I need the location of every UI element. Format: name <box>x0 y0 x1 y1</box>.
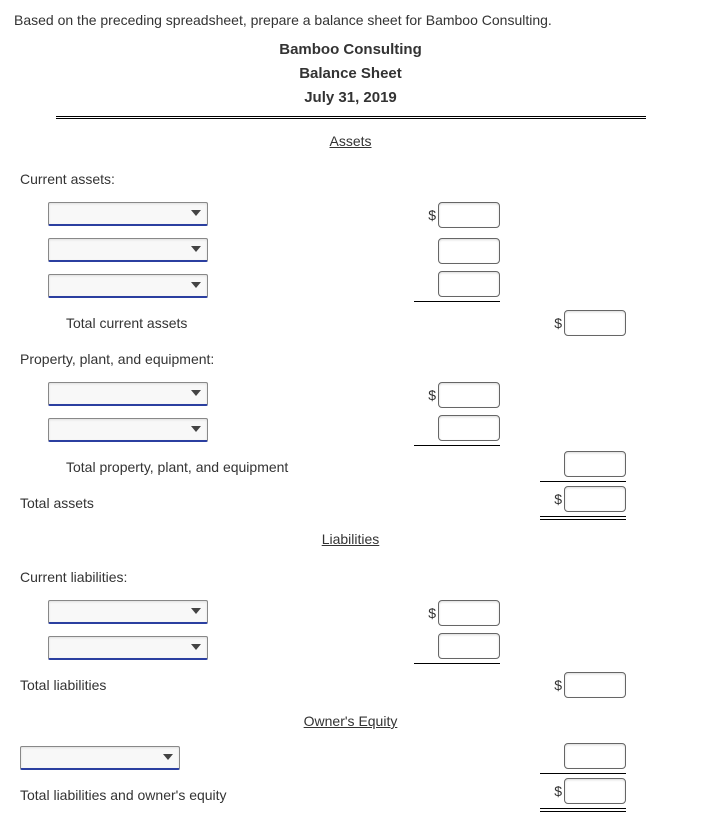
dollar-sign: $ <box>428 605 436 621</box>
equity-select-1[interactable] <box>20 746 180 770</box>
header-rule <box>56 116 646 119</box>
chevron-down-icon <box>163 754 173 760</box>
ppe-select-2[interactable] <box>48 418 208 442</box>
total-liab-equity-label: Total liabilities and owner's equity <box>14 787 374 803</box>
current-asset-amount-1[interactable] <box>438 202 500 228</box>
statement-title: Balance Sheet <box>14 62 687 86</box>
current-asset-amount-3[interactable] <box>438 271 500 297</box>
ppe-label: Property, plant, and equipment: <box>14 351 374 367</box>
liability-select-2[interactable] <box>48 636 208 660</box>
balance-sheet-header: Bamboo Consulting Balance Sheet July 31,… <box>14 38 687 110</box>
current-asset-amount-2[interactable] <box>438 238 500 264</box>
dollar-sign: $ <box>554 315 562 331</box>
chevron-down-icon <box>191 282 201 288</box>
current-asset-select-2[interactable] <box>48 238 208 262</box>
company-name: Bamboo Consulting <box>14 38 687 62</box>
assets-section-title: Assets <box>14 133 687 149</box>
total-assets-label: Total assets <box>14 495 374 511</box>
current-liabilities-label: Current liabilities: <box>14 569 374 585</box>
current-assets-label: Current assets: <box>14 171 374 187</box>
dollar-sign: $ <box>554 491 562 507</box>
chevron-down-icon <box>191 390 201 396</box>
statement-date: July 31, 2019 <box>14 86 687 110</box>
total-liabilities-label: Total liabilities <box>14 677 374 693</box>
total-current-assets-amount[interactable] <box>564 310 626 336</box>
liability-amount-2[interactable] <box>438 633 500 659</box>
instruction-text: Based on the preceding spreadsheet, prep… <box>14 12 687 28</box>
chevron-down-icon <box>191 246 201 252</box>
liability-amount-1[interactable] <box>438 600 500 626</box>
chevron-down-icon <box>191 608 201 614</box>
dollar-sign: $ <box>554 677 562 693</box>
dollar-sign: $ <box>428 387 436 403</box>
liabilities-section-title: Liabilities <box>14 531 687 547</box>
ppe-amount-1[interactable] <box>438 382 500 408</box>
equity-amount-1[interactable] <box>564 743 626 769</box>
current-asset-select-3[interactable] <box>48 274 208 298</box>
total-liab-equity-amount[interactable] <box>564 778 626 804</box>
chevron-down-icon <box>191 644 201 650</box>
current-asset-select-1[interactable] <box>48 202 208 226</box>
chevron-down-icon <box>191 210 201 216</box>
dollar-sign: $ <box>554 783 562 799</box>
chevron-down-icon <box>191 426 201 432</box>
total-ppe-amount[interactable] <box>564 451 626 477</box>
total-ppe-label: Total property, plant, and equipment <box>14 459 374 475</box>
ppe-amount-2[interactable] <box>438 415 500 441</box>
ppe-select-1[interactable] <box>48 382 208 406</box>
total-assets-amount[interactable] <box>564 486 626 512</box>
total-current-assets-label: Total current assets <box>14 315 374 331</box>
total-liabilities-amount[interactable] <box>564 672 626 698</box>
equity-section-title: Owner's Equity <box>14 713 687 729</box>
liability-select-1[interactable] <box>48 600 208 624</box>
dollar-sign: $ <box>428 207 436 223</box>
